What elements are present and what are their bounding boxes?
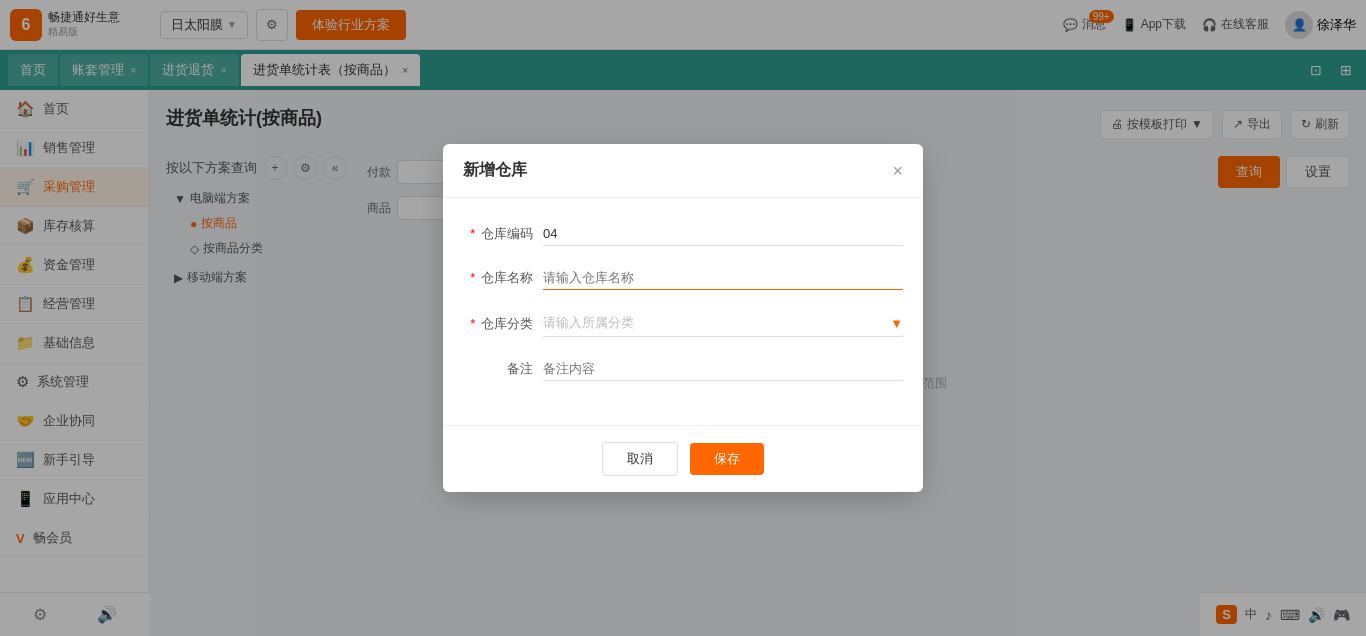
category-chevron-icon: ▼ [890, 316, 903, 331]
category-placeholder: 请输入所属分类 [543, 314, 634, 332]
name-label: * 仓库名称 [463, 269, 543, 287]
form-row-category: * 仓库分类 请输入所属分类 ▼ [463, 310, 903, 337]
modal-footer: 取消 保存 [443, 425, 923, 492]
modal-title: 新增仓库 [463, 160, 527, 181]
modal-body: * 仓库编码 * 仓库名称 * 仓库分类 请输入所属分类 ▼ [443, 198, 923, 425]
save-button[interactable]: 保存 [690, 443, 764, 475]
warehouse-category-select[interactable]: 请输入所属分类 ▼ [543, 310, 903, 337]
modal-header: 新增仓库 × [443, 144, 923, 198]
note-label: 备注 [463, 360, 543, 378]
code-label: * 仓库编码 [463, 225, 543, 243]
add-warehouse-modal: 新增仓库 × * 仓库编码 * 仓库名称 * 仓库分类 请输入 [443, 144, 923, 492]
form-row-code: * 仓库编码 [463, 222, 903, 246]
modal-close-button[interactable]: × [892, 162, 903, 180]
form-row-note: 备注 [463, 357, 903, 381]
warehouse-code-input[interactable] [543, 222, 903, 246]
warehouse-name-input[interactable] [543, 266, 903, 290]
form-row-name: * 仓库名称 [463, 266, 903, 290]
warehouse-note-input[interactable] [543, 357, 903, 381]
category-label: * 仓库分类 [463, 315, 543, 333]
cancel-button[interactable]: 取消 [602, 442, 678, 476]
